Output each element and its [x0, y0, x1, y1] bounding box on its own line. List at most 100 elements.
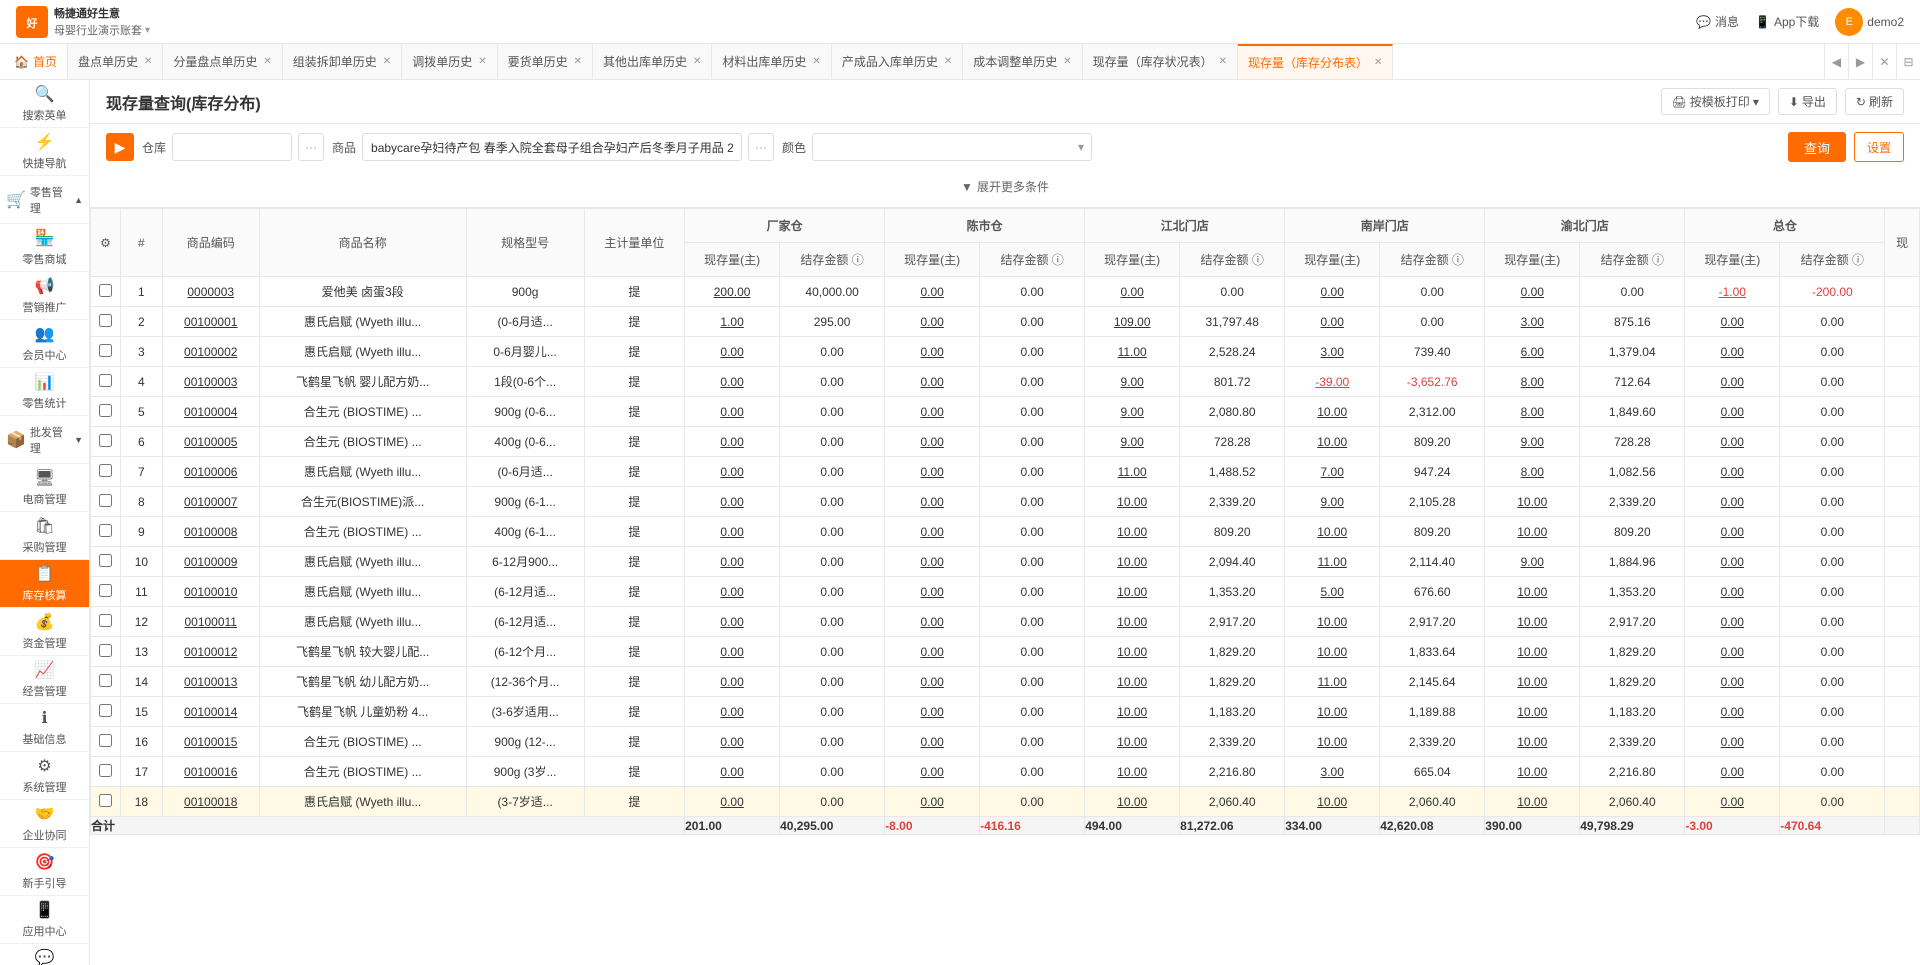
- close-icon-5[interactable]: ✕: [574, 56, 582, 67]
- cell-t-stock[interactable]: 0.00: [1685, 727, 1780, 757]
- cell-na-stock[interactable]: 7.00: [1285, 457, 1380, 487]
- cell-yb-stock[interactable]: 10.00: [1485, 727, 1580, 757]
- cell-f-stock[interactable]: 0.00: [685, 397, 780, 427]
- warehouse-input[interactable]: [172, 133, 292, 161]
- tab-cost-adjust[interactable]: 成本调整单历史 ✕: [963, 44, 1082, 80]
- cell-yb-stock[interactable]: 10.00: [1485, 487, 1580, 517]
- cell-code[interactable]: 00100018: [162, 787, 259, 817]
- close-icon-9[interactable]: ✕: [1063, 56, 1071, 67]
- cell-code[interactable]: 00100012: [162, 637, 259, 667]
- cell-c-stock[interactable]: 0.00: [885, 607, 980, 637]
- tab-inventory-count[interactable]: 盘点单历史 ✕: [68, 44, 163, 80]
- cell-yb-stock[interactable]: 3.00: [1485, 307, 1580, 337]
- cell-f-stock[interactable]: 0.00: [685, 787, 780, 817]
- cell-checkbox[interactable]: [91, 787, 121, 817]
- cell-code[interactable]: 00100005: [162, 427, 259, 457]
- tab-stock-dist[interactable]: 现存量（库存分布表） ✕: [1238, 44, 1393, 80]
- cell-jb-stock[interactable]: 109.00: [1085, 307, 1180, 337]
- sidebar-item-wechat[interactable]: 💬 企业微信: [0, 944, 89, 965]
- cell-code[interactable]: 00100002: [162, 337, 259, 367]
- expand-search-btn[interactable]: ▶: [106, 133, 134, 161]
- cell-code[interactable]: 00100003: [162, 367, 259, 397]
- sidebar-item-inventory[interactable]: 📋 库存核算: [0, 560, 89, 608]
- cell-t-stock[interactable]: 0.00: [1685, 457, 1780, 487]
- cell-yb-stock[interactable]: 0.00: [1485, 277, 1580, 307]
- cell-t-stock[interactable]: 0.00: [1685, 667, 1780, 697]
- cell-t-stock[interactable]: 0.00: [1685, 427, 1780, 457]
- cell-t-stock[interactable]: 0.00: [1685, 787, 1780, 817]
- cell-jb-stock[interactable]: 10.00: [1085, 517, 1180, 547]
- cell-jb-stock[interactable]: 10.00: [1085, 727, 1180, 757]
- cell-code[interactable]: 00100014: [162, 697, 259, 727]
- cell-t-stock[interactable]: 0.00: [1685, 367, 1780, 397]
- cell-f-stock[interactable]: 0.00: [685, 577, 780, 607]
- cell-c-stock[interactable]: 0.00: [885, 367, 980, 397]
- export-btn[interactable]: ⬇ 导出: [1778, 88, 1837, 115]
- cell-yb-stock[interactable]: 8.00: [1485, 397, 1580, 427]
- sidebar-item-apps[interactable]: 📱 应用中心: [0, 896, 89, 944]
- cell-yb-stock[interactable]: 10.00: [1485, 517, 1580, 547]
- cell-f-stock[interactable]: 0.00: [685, 427, 780, 457]
- cell-jb-stock[interactable]: 9.00: [1085, 397, 1180, 427]
- cell-yb-stock[interactable]: 10.00: [1485, 757, 1580, 787]
- sidebar-item-procurement[interactable]: 🛍 采购管理: [0, 512, 89, 560]
- cell-na-stock[interactable]: 10.00: [1285, 607, 1380, 637]
- cell-code[interactable]: 00100009: [162, 547, 259, 577]
- tab-requisition[interactable]: 要货单历史 ✕: [498, 44, 593, 80]
- message-btn[interactable]: 💬 消息: [1696, 13, 1739, 30]
- cell-c-stock[interactable]: 0.00: [885, 427, 980, 457]
- cell-t-stock[interactable]: -1.00: [1685, 277, 1780, 307]
- nav-prev-btn[interactable]: ◀: [1824, 44, 1848, 80]
- cell-jb-stock[interactable]: 10.00: [1085, 577, 1180, 607]
- sidebar-item-wholesale[interactable]: 📦 批发管理 ▼: [0, 416, 89, 464]
- cell-checkbox[interactable]: [91, 757, 121, 787]
- cell-code[interactable]: 00100008: [162, 517, 259, 547]
- warehouse-dots-btn[interactable]: ···: [298, 133, 324, 161]
- cell-yb-stock[interactable]: 8.00: [1485, 367, 1580, 397]
- cell-c-stock[interactable]: 0.00: [885, 457, 980, 487]
- cell-jb-stock[interactable]: 10.00: [1085, 637, 1180, 667]
- close-icon-3[interactable]: ✕: [383, 56, 391, 67]
- cell-yb-stock[interactable]: 10.00: [1485, 787, 1580, 817]
- cell-jb-stock[interactable]: 10.00: [1085, 547, 1180, 577]
- cell-t-stock[interactable]: 0.00: [1685, 517, 1780, 547]
- cell-jb-stock[interactable]: 0.00: [1085, 277, 1180, 307]
- cell-na-stock[interactable]: 10.00: [1285, 637, 1380, 667]
- sidebar-item-members[interactable]: 👥 会员中心: [0, 320, 89, 368]
- cell-jb-stock[interactable]: 10.00: [1085, 487, 1180, 517]
- cell-yb-stock[interactable]: 9.00: [1485, 427, 1580, 457]
- cell-na-stock[interactable]: 10.00: [1285, 517, 1380, 547]
- cell-jb-stock[interactable]: 10.00: [1085, 757, 1180, 787]
- close-icon-8[interactable]: ✕: [944, 56, 952, 67]
- close-icon-2[interactable]: ✕: [263, 56, 271, 67]
- cell-c-stock[interactable]: 0.00: [885, 307, 980, 337]
- cell-checkbox[interactable]: [91, 427, 121, 457]
- cell-c-stock[interactable]: 0.00: [885, 397, 980, 427]
- close-icon-10[interactable]: ✕: [1219, 56, 1227, 67]
- sidebar-item-search[interactable]: 🔍 搜索英单: [0, 80, 89, 128]
- cell-code[interactable]: 00100010: [162, 577, 259, 607]
- cell-f-stock[interactable]: 0.00: [685, 517, 780, 547]
- cell-na-stock[interactable]: 10.00: [1285, 697, 1380, 727]
- cell-f-stock[interactable]: 0.00: [685, 487, 780, 517]
- sidebar-item-quicknav[interactable]: ⚡ 快捷导航: [0, 128, 89, 176]
- cell-checkbox[interactable]: [91, 637, 121, 667]
- cell-code[interactable]: 00100016: [162, 757, 259, 787]
- cell-f-stock[interactable]: 0.00: [685, 607, 780, 637]
- nav-menu-btn[interactable]: ⊟: [1896, 44, 1920, 80]
- cell-jb-stock[interactable]: 10.00: [1085, 667, 1180, 697]
- sidebar-item-retail-stats[interactable]: 📊 零售统计: [0, 368, 89, 416]
- cell-yb-stock[interactable]: 10.00: [1485, 607, 1580, 637]
- query-btn[interactable]: 查询: [1788, 132, 1846, 162]
- cell-c-stock[interactable]: 0.00: [885, 547, 980, 577]
- sidebar-item-basics[interactable]: ℹ 基础信息: [0, 704, 89, 752]
- cell-t-stock[interactable]: 0.00: [1685, 607, 1780, 637]
- cell-yb-stock[interactable]: 10.00: [1485, 577, 1580, 607]
- cell-f-stock[interactable]: 0.00: [685, 667, 780, 697]
- cell-yb-stock[interactable]: 10.00: [1485, 697, 1580, 727]
- close-icon-4[interactable]: ✕: [478, 56, 486, 67]
- expand-conditions-btn[interactable]: ▼ 展开更多条件: [961, 174, 1049, 199]
- cell-code[interactable]: 00100013: [162, 667, 259, 697]
- subtitle-dropdown[interactable]: 母婴行业演示账套 ▾: [54, 22, 150, 38]
- cell-jb-stock[interactable]: 9.00: [1085, 367, 1180, 397]
